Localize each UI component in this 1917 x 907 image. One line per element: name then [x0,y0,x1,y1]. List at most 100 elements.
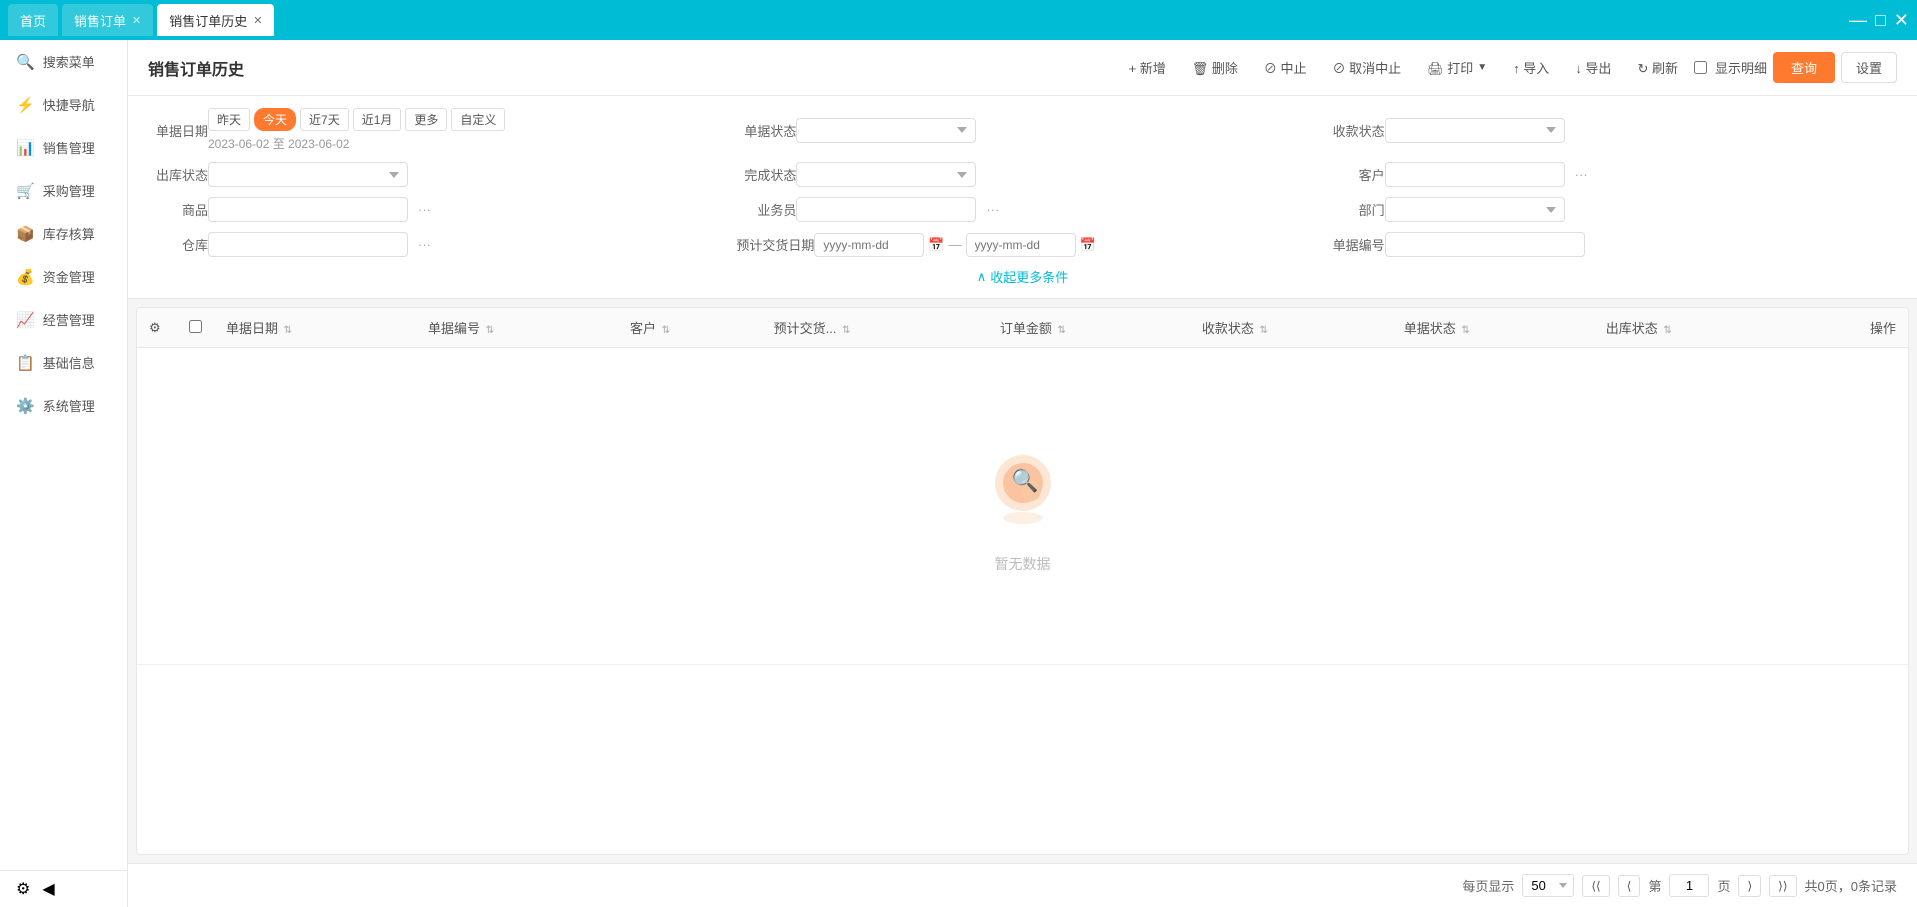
filter-row-1: 单据日期 昨天 今天 近7天 近1月 更多 自定义 2023-06-02 至 2… [148,108,1897,152]
warehouse-dots[interactable]: ··· [412,235,437,254]
refresh-button[interactable]: ↻ 刷新 [1627,54,1688,81]
date-btn-more[interactable]: 更多 [405,108,447,131]
sidebar-item-quick-nav[interactable]: ⚡ 快捷导航 [0,83,127,126]
tab-sales-order-history[interactable]: 销售订单历史 ✕ [157,4,274,36]
order-status-label: 单据状态 [736,121,796,140]
stop-button[interactable]: ⊘ 中止 [1254,54,1317,81]
expected-date-control: 📅 — 📅 [814,233,1308,257]
calendar-from-icon[interactable]: 📅 [928,237,944,253]
col-delivery-status[interactable]: 出库状态 ⇅ [1594,308,1796,348]
tab-sales-order-history-close[interactable]: ✕ [253,14,262,27]
product-input[interactable] [208,197,408,222]
col-delivery-status-label: 出库状态 [1606,321,1658,336]
delete-button[interactable]: 🗑 删除 [1182,54,1248,81]
calendar-to-icon[interactable]: 📅 [1080,237,1096,253]
search-button[interactable]: 查询 [1773,52,1835,83]
sidebar-item-base-info[interactable]: 📋 基础信息 [0,341,127,384]
select-all-checkbox[interactable] [189,320,202,333]
col-customer[interactable]: 客户 ⇅ [618,308,762,348]
customer-dots[interactable]: ··· [1569,165,1594,184]
col-order-no[interactable]: 单据编号 ⇅ [416,308,618,348]
salesperson-dots[interactable]: ··· [980,200,1005,219]
export-button[interactable]: ↓ 导出 [1565,54,1621,81]
minimize-button[interactable]: — [1849,10,1867,31]
maximize-button[interactable]: □ [1875,10,1886,31]
sidebar-item-purchase-mgmt[interactable]: 🛒 采购管理 [0,169,127,212]
sidebar-item-search-menu[interactable]: 🔍 搜索菜单 [0,40,127,83]
col-date[interactable]: 单据日期 ⇅ [214,308,416,348]
sidebar-item-finance[interactable]: 💰 资金管理 [0,255,127,298]
filter-row-3: 商品 ··· 业务员 ··· 部门 [148,197,1897,222]
completion-status-filter-group: 完成状态 [736,162,1308,187]
collapse-icon: ∧ [977,269,987,285]
import-button-label: ↑ 导入 [1513,58,1549,77]
date-btn-last1month[interactable]: 近1月 [353,108,402,131]
tab-sales-order-close[interactable]: ✕ [132,14,141,27]
filter-row-4: 仓库 ··· 预计交货日期 📅 — 📅 [148,232,1897,257]
col-expected-delivery-label: 预计交货... [774,321,837,336]
settings-gear-icon[interactable]: ⚙ [149,320,161,335]
first-page-button[interactable]: ⟨⟨ [1582,875,1609,897]
page-number-input[interactable] [1669,874,1709,897]
date-btn-yesterday[interactable]: 昨天 [208,108,250,131]
date-btn-last7[interactable]: 近7天 [300,108,349,131]
window-controls: — □ ✕ [1849,10,1909,31]
col-settings[interactable]: ⚙ [137,308,177,348]
customer-input[interactable] [1385,162,1565,187]
print-button[interactable]: 🖨 打印 ▼ [1417,54,1497,81]
prev-page-button[interactable]: ⟨ [1618,875,1641,897]
sidebar-item-system-mgmt-label: 系统管理 [43,396,95,415]
page-size-select[interactable]: 50 10 20 100 [1522,874,1574,897]
collapse-link[interactable]: ∧ 收起更多条件 [148,267,1897,286]
order-number-input[interactable] [1385,232,1585,257]
display-toggle-checkbox[interactable] [1694,61,1707,74]
print-dropdown-icon[interactable]: ▼ [1477,62,1487,73]
tab-home[interactable]: 首页 [8,4,58,36]
display-toggle[interactable]: 显示明细 [1694,58,1767,77]
last-page-button[interactable]: ⟩⟩ [1769,875,1796,897]
department-select[interactable] [1385,197,1565,222]
sidebar-item-operations[interactable]: 📈 经营管理 [0,298,127,341]
sidebar-item-system-mgmt[interactable]: ⚙️ 系统管理 [0,384,127,427]
page-suffix: 页 [1717,876,1730,895]
empty-text: 暂无数据 [995,554,1051,574]
col-order-amount-sort-icon: ⇅ [1057,325,1065,336]
delivery-status-label: 出库状态 [148,165,208,184]
payment-status-select[interactable] [1385,118,1565,143]
col-expected-delivery[interactable]: 预计交货... ⇅ [762,308,988,348]
search-menu-icon: 🔍 [16,53,35,71]
completion-status-select[interactable] [796,162,976,187]
col-order-amount[interactable]: 订单金额 ⇅ [988,308,1190,348]
col-order-status[interactable]: 单据状态 ⇅ [1392,308,1594,348]
product-dots[interactable]: ··· [412,200,437,219]
order-number-filter-group: 单据编号 [1325,232,1897,257]
settings-button[interactable]: 设置 [1841,52,1897,83]
date-btn-custom[interactable]: 自定义 [451,108,505,131]
salesperson-input[interactable] [796,197,976,222]
tab-sales-order-label: 销售订单 [74,11,126,30]
date-btn-today[interactable]: 今天 [254,108,296,131]
sidebar-item-sales-mgmt[interactable]: 📊 销售管理 [0,126,127,169]
main-layout: 🔍 搜索菜单 ⚡ 快捷导航 📊 销售管理 🛒 采购管理 📦 库存核算 💰 资金管… [0,40,1917,907]
expected-date-to[interactable] [966,233,1076,257]
col-customer-label: 客户 [630,321,656,336]
col-payment-status[interactable]: 收款状态 ⇅ [1190,308,1392,348]
new-button[interactable]: + 新增 [1119,54,1176,81]
sidebar-settings-icon[interactable]: ⚙ [16,879,30,899]
warehouse-input[interactable] [208,232,408,257]
empty-state-row: 🔍 暂无数据 [137,348,1908,665]
expected-date-from[interactable] [814,233,924,257]
customer-filter-group: 客户 ··· [1325,162,1897,187]
order-status-select[interactable] [796,118,976,143]
col-checkbox[interactable] [177,308,214,348]
sidebar-item-inventory[interactable]: 📦 库存核算 [0,212,127,255]
sidebar-item-purchase-mgmt-label: 采购管理 [43,181,95,200]
page-size-label: 每页显示 [1462,876,1514,895]
next-page-button[interactable]: ⟩ [1738,875,1761,897]
close-window-button[interactable]: ✕ [1894,10,1909,31]
tab-sales-order[interactable]: 销售订单 ✕ [62,4,153,36]
delivery-status-select[interactable] [208,162,408,187]
import-button[interactable]: ↑ 导入 [1503,54,1559,81]
cancel-stop-button[interactable]: ⊘ 取消中止 [1323,54,1412,81]
sidebar-collapse-icon[interactable]: ◀ [42,879,54,899]
